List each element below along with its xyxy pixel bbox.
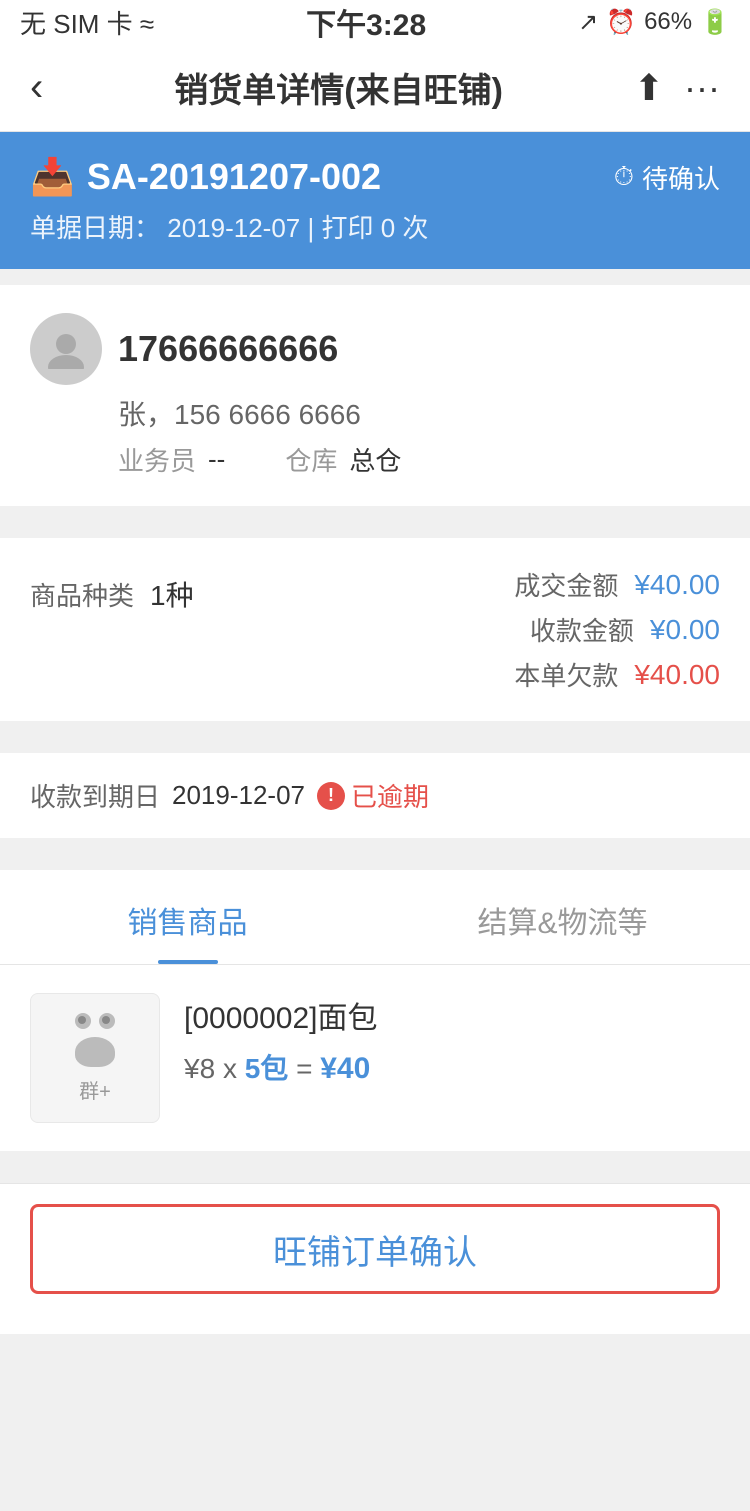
order-status: ⏱ 待确认 <box>614 159 720 196</box>
battery-status: 66% <box>644 8 692 36</box>
confirm-button[interactable]: 旺铺订单确认 <box>30 1204 720 1294</box>
deal-amount-row: 成交金额 ¥40.00 <box>514 566 720 603</box>
amounts: 成交金额 ¥40.00 收款金额 ¥0.00 本单欠款 ¥40.00 <box>514 566 720 693</box>
tabs-section: 销售商品 结算&物流等 <box>0 870 750 965</box>
customer-section: 17666666666 张，156 6666 6666 业务员 -- 仓库 总仓 <box>0 285 750 506</box>
tabs-header: 销售商品 结算&物流等 <box>0 870 750 965</box>
customer-info-row: 业务员 -- 仓库 总仓 <box>118 441 720 478</box>
owed-amount-row: 本单欠款 ¥40.00 <box>514 656 720 693</box>
due-date-value: 2019-12-07 <box>172 780 305 811</box>
more-icon[interactable]: ··· <box>684 67 720 109</box>
due-date-label: 收款到期日 <box>30 777 160 814</box>
received-amount-row: 收款金额 ¥0.00 <box>530 611 720 648</box>
salesperson-value: -- <box>208 444 225 475</box>
nav-bar: ‹ 销货单详情(来自旺铺) ⬆ ··· <box>0 44 750 132</box>
avatar <box>30 313 102 385</box>
customer-name: 张，156 6666 6666 <box>118 393 720 433</box>
product-name: [0000002]面包 <box>184 993 720 1037</box>
nav-icons: ⬆ ··· <box>634 67 720 109</box>
share-icon[interactable]: ⬆ <box>634 67 664 109</box>
product-item: 群+ [0000002]面包 ¥8 x 5包 = ¥40 <box>30 993 720 1123</box>
order-date-row: 单据日期： 2019-12-07 | 打印 0 次 <box>30 208 720 245</box>
order-header: 📥 SA-20191207-002 ⏱ 待确认 单据日期： 2019-12-07… <box>0 132 750 269</box>
status-left: 无 SIM 卡 ≈ <box>20 4 154 41</box>
location-icon: ↗ <box>578 8 598 37</box>
sim-status: 无 SIM 卡 ≈ <box>20 4 154 41</box>
status-right: ↗ ⏰ 66% 🔋 <box>578 8 730 37</box>
order-id: 📥 SA-20191207-002 <box>30 156 381 198</box>
status-bar: 无 SIM 卡 ≈ 下午3:28 ↗ ⏰ 66% 🔋 <box>0 0 750 44</box>
equals-sign: = <box>296 1053 320 1084</box>
received-amount-value: ¥0.00 <box>650 614 720 646</box>
tab-settlement[interactable]: 结算&物流等 <box>375 870 750 964</box>
product-info: [0000002]面包 ¥8 x 5包 = ¥40 <box>184 993 720 1087</box>
owed-amount-value: ¥40.00 <box>634 659 720 691</box>
due-date-section: 收款到期日 2019-12-07 ! 已逾期 <box>0 753 750 838</box>
warehouse-value: 总仓 <box>349 441 401 478</box>
product-section: 群+ [0000002]面包 ¥8 x 5包 = ¥40 <box>0 965 750 1151</box>
overdue-icon: ! <box>317 782 345 810</box>
overdue-badge: ! 已逾期 <box>317 777 429 814</box>
total-price: ¥40 <box>320 1052 370 1085</box>
tab-sales-products[interactable]: 销售商品 <box>0 870 375 964</box>
clock-icon: ⏱ <box>614 161 634 193</box>
received-amount-label: 收款金额 <box>530 611 634 648</box>
multiply-sign: x <box>223 1053 245 1084</box>
confirm-button-wrapper: 旺铺订单确认 <box>0 1183 750 1334</box>
price-unit: ¥8 <box>184 1053 215 1084</box>
product-image: 群+ <box>30 993 160 1123</box>
status-text: 待确认 <box>642 159 720 196</box>
warehouse-label: 仓库 <box>285 441 337 478</box>
summary-section: 商品种类 1种 成交金额 ¥40.00 收款金额 ¥0.00 本单欠款 ¥40.… <box>0 538 750 721</box>
product-type: 商品种类 1种 <box>30 566 194 614</box>
product-type-value: 1种 <box>150 574 194 614</box>
status-time: 下午3:28 <box>306 0 426 44</box>
alarm-icon: ⏰ <box>606 8 636 37</box>
page-title: 销货单详情(来自旺铺) <box>174 63 503 112</box>
overdue-text: 已逾期 <box>351 777 429 814</box>
back-button[interactable]: ‹ <box>30 65 43 110</box>
customer-phone: 17666666666 <box>118 328 338 370</box>
product-price-row: ¥8 x 5包 = ¥40 <box>184 1047 720 1087</box>
deal-amount-label: 成交金额 <box>514 566 618 603</box>
battery-icon: 🔋 <box>700 8 730 37</box>
product-type-label: 商品种类 <box>30 576 134 613</box>
quantity: 5包 <box>245 1053 289 1084</box>
product-logo: 群+ <box>75 1013 115 1104</box>
order-icon: 📥 <box>30 156 75 198</box>
deal-amount-value: ¥40.00 <box>634 569 720 601</box>
owed-amount-label: 本单欠款 <box>514 656 618 693</box>
salesperson-label: 业务员 <box>118 441 196 478</box>
